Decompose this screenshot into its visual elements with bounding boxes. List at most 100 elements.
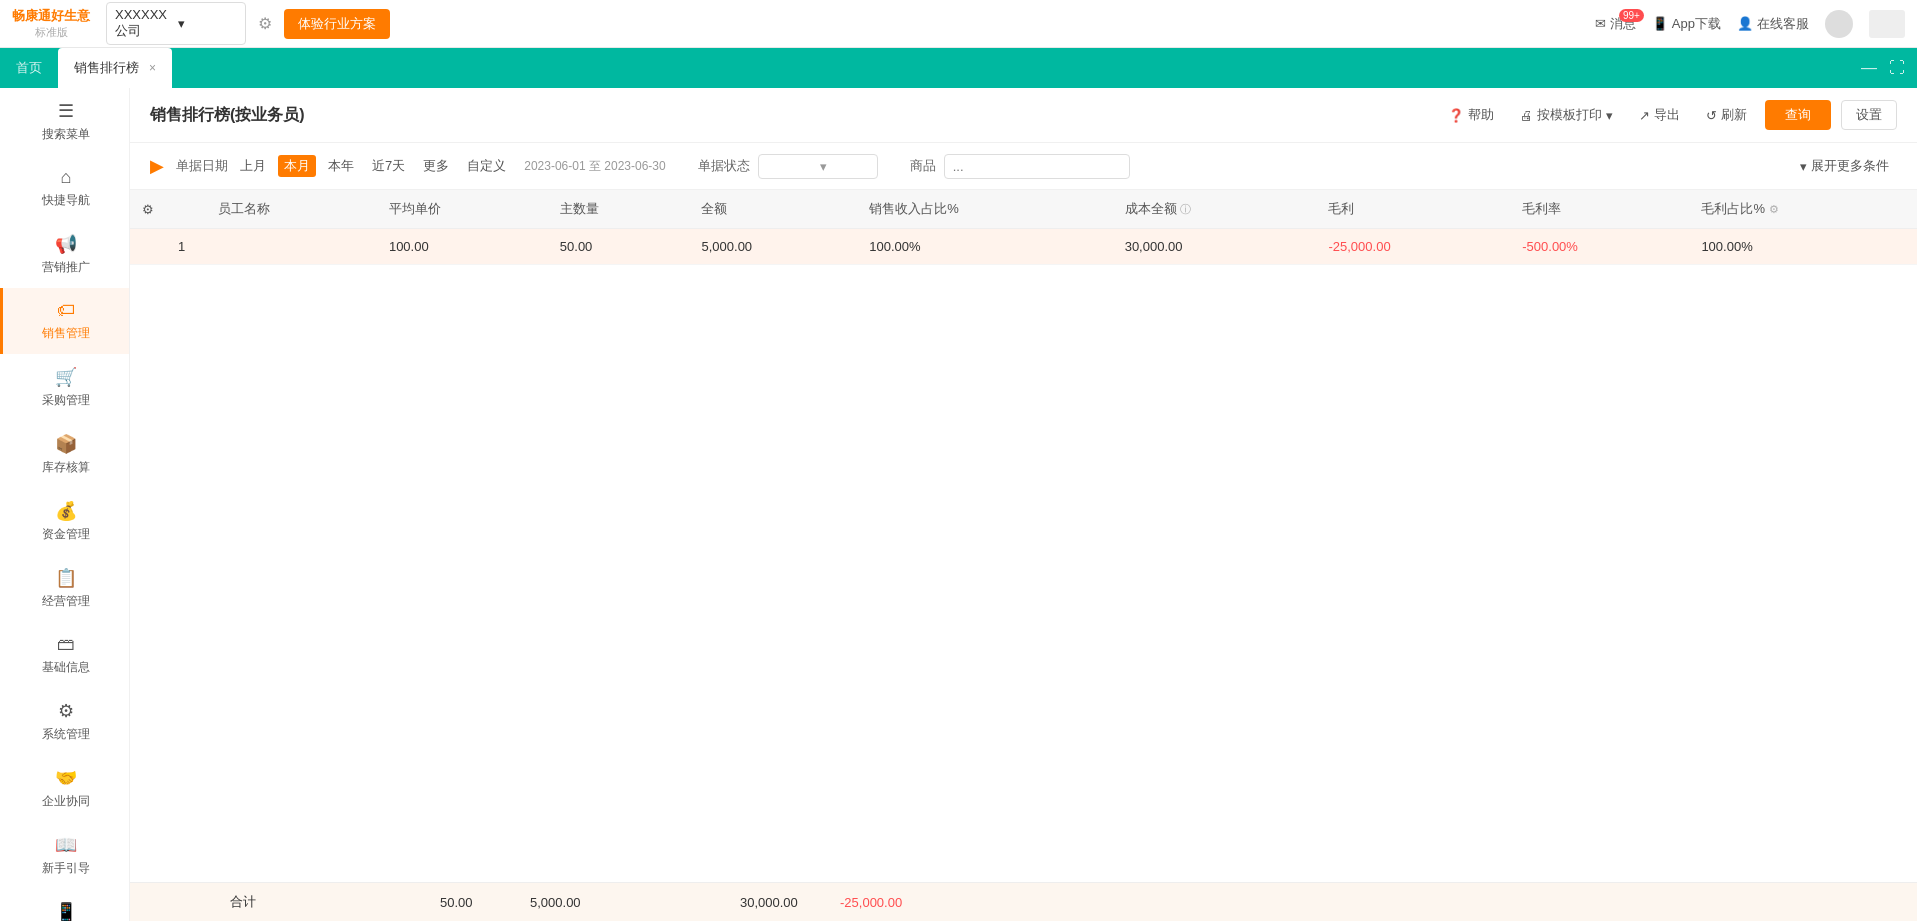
app-label: App下载: [1672, 15, 1721, 33]
sidebar-item-guide-label: 新手引导: [42, 860, 90, 877]
filter-expand-area: ▾ 展开更多条件: [1792, 153, 1897, 179]
refresh-icon: ↺: [1706, 108, 1717, 123]
table-container: ⚙ 员工名称 平均单价 主数量 全额 销售收入占比% 成本全额 ⓘ 毛利 毛利率…: [130, 190, 1917, 882]
date-btn-7days[interactable]: 近7天: [366, 155, 411, 177]
col-settings[interactable]: ⚙: [130, 190, 166, 229]
col-avg-price: 平均单价: [377, 190, 548, 229]
nav-tabs: 首页 销售排行榜 × — ⛶: [0, 48, 1917, 88]
cell-avg-price: 100.00: [377, 229, 548, 265]
sidebar-item-enterprise[interactable]: 🤝 企业协同: [0, 755, 129, 822]
top-bar: 畅康通好生意 标准版 XXXXXX公司 ▾ ⚙ 体验行业方案 ✉ 消息 99+ …: [0, 0, 1917, 48]
sidebar-item-app-center[interactable]: 📱 应用中心: [0, 889, 129, 921]
table-wrapper: ⚙ 员工名称 平均单价 主数量 全额 销售收入占比% 成本全额 ⓘ 毛利 毛利率…: [130, 190, 1917, 921]
app-logo: 畅康通好生意 标准版: [12, 7, 90, 40]
sidebar-item-enterprise-label: 企业协同: [42, 793, 90, 810]
operation-icon: 📋: [55, 567, 77, 589]
expand-more-button[interactable]: ▾ 展开更多条件: [1792, 153, 1897, 179]
sidebar-item-marketing[interactable]: 📢 营销推广: [0, 221, 129, 288]
footer-amount: 5,000.00: [518, 895, 618, 910]
goods-filter-label: 商品: [910, 157, 936, 175]
col-employee-name: 员工名称: [206, 190, 377, 229]
sidebar-item-system[interactable]: ⚙ 系统管理: [0, 688, 129, 755]
help-label: 帮助: [1468, 106, 1494, 124]
refresh-button[interactable]: ↺ 刷新: [1698, 102, 1755, 128]
sidebar-item-inventory-label: 库存核算: [42, 459, 90, 476]
help-button[interactable]: ❓ 帮助: [1440, 102, 1502, 128]
date-btn-this-year[interactable]: 本年: [322, 155, 360, 177]
goods-filter-group: 商品: [910, 154, 1130, 179]
table-row[interactable]: 1 100.00 50.00 5,000.00 100.00% 30,000.0…: [130, 229, 1917, 265]
tab-sales-ranking[interactable]: 销售排行榜 ×: [58, 48, 172, 88]
company-name: XXXXXX公司: [115, 7, 174, 40]
sidebar-item-sales[interactable]: 🏷 销售管理: [0, 288, 129, 354]
sidebar-item-operation[interactable]: 📋 经营管理: [0, 555, 129, 622]
tab-home[interactable]: 首页: [0, 48, 58, 88]
settings-icon[interactable]: ⚙: [254, 10, 276, 37]
date-btn-last-month[interactable]: 上月: [234, 155, 272, 177]
filter-expand-arrow[interactable]: ▶: [150, 155, 164, 177]
app-download-button[interactable]: 📱 App下载: [1652, 15, 1721, 33]
expand-button[interactable]: ⛶: [1885, 55, 1909, 81]
service-icon: 👤: [1737, 16, 1753, 31]
cell-gross-rate: -500.00%: [1510, 229, 1689, 265]
page-header: 销售排行榜(按业务员) ❓ 帮助 🖨 按模板打印 ▾ ↗ 导出 ↺ 刷新: [130, 88, 1917, 143]
company-selector[interactable]: XXXXXX公司 ▾: [106, 2, 246, 45]
date-btn-more[interactable]: 更多: [417, 155, 455, 177]
sidebar-item-inventory[interactable]: 📦 库存核算: [0, 421, 129, 488]
col-gross-rate: 毛利率: [1510, 190, 1689, 229]
date-filter-label: 单据日期: [176, 157, 228, 175]
nav-right-buttons: — ⛶: [1857, 55, 1917, 81]
service-label: 在线客服: [1757, 15, 1809, 33]
sidebar-item-search[interactable]: ☰ 搜索菜单: [0, 88, 129, 155]
minimize-button[interactable]: —: [1857, 55, 1881, 81]
col-amount: 全额: [689, 190, 857, 229]
message-badge: 99+: [1619, 9, 1644, 22]
sidebar-item-quick-nav[interactable]: ⌂ 快捷导航: [0, 155, 129, 221]
sidebar-item-purchase-label: 采购管理: [42, 392, 90, 409]
chevron-down-icon: ▾: [1800, 159, 1807, 174]
date-btn-this-month[interactable]: 本月: [278, 155, 316, 177]
sidebar-item-marketing-label: 营销推广: [42, 259, 90, 276]
avatar[interactable]: [1825, 10, 1853, 38]
message-button[interactable]: ✉ 消息 99+: [1595, 15, 1636, 33]
tab-sales-ranking-label: 销售排行榜: [74, 59, 139, 77]
enterprise-icon: 🤝: [55, 767, 77, 789]
sidebar-item-sales-label: 销售管理: [42, 325, 90, 342]
message-icon: ✉: [1595, 16, 1606, 31]
sidebar-item-purchase[interactable]: 🛒 采购管理: [0, 354, 129, 421]
cell-quantity: 50.00: [548, 229, 690, 265]
trial-button[interactable]: 体验行业方案: [284, 9, 390, 39]
date-range-display: 2023-06-01 至 2023-06-30: [524, 158, 665, 175]
page-title: 销售排行榜(按业务员): [150, 105, 1440, 126]
footer-gross: -25,000.00: [828, 895, 928, 910]
cell-sales-ratio: 100.00%: [857, 229, 1112, 265]
export-button[interactable]: ↗ 导出: [1631, 102, 1688, 128]
close-tab-icon[interactable]: ×: [149, 61, 156, 75]
col-settings-icon: ⚙: [142, 202, 154, 217]
sidebar-item-finance[interactable]: 💰 资金管理: [0, 488, 129, 555]
online-service-button[interactable]: 👤 在线客服: [1737, 15, 1809, 33]
sidebar-item-guide[interactable]: 📖 新手引导: [0, 822, 129, 889]
status-filter-group: 单据状态 ▾: [698, 154, 878, 179]
print-chevron-icon: ▾: [1606, 108, 1613, 123]
table-footer: 合计 50.00 5,000.00 30,000.00 -25,000.00: [130, 882, 1917, 921]
col-cost: 成本全额 ⓘ: [1113, 190, 1317, 229]
sidebar-item-system-label: 系统管理: [42, 726, 90, 743]
sidebar-item-basic[interactable]: 🗃 基础信息: [0, 622, 129, 688]
goods-input[interactable]: [944, 154, 1130, 179]
status-selector[interactable]: ▾: [758, 154, 878, 179]
app-center-icon: 📱: [55, 901, 77, 921]
cell-gross: -25,000.00: [1316, 229, 1510, 265]
col-gross-ratio: 毛利占比% ⚙: [1689, 190, 1917, 229]
status-filter-label: 单据状态: [698, 157, 750, 175]
query-button[interactable]: 查询: [1765, 100, 1831, 130]
basic-icon: 🗃: [57, 634, 75, 655]
date-btn-custom[interactable]: 自定义: [461, 155, 512, 177]
footer-cost: 30,000.00: [728, 895, 828, 910]
cell-rank: 1: [166, 229, 206, 265]
cell-settings: [130, 229, 166, 265]
status-chevron-icon: ▾: [820, 159, 869, 174]
table-settings-button[interactable]: 设置: [1841, 100, 1897, 130]
help-icon: ❓: [1448, 108, 1464, 123]
print-button[interactable]: 🖨 按模板打印 ▾: [1512, 102, 1621, 128]
